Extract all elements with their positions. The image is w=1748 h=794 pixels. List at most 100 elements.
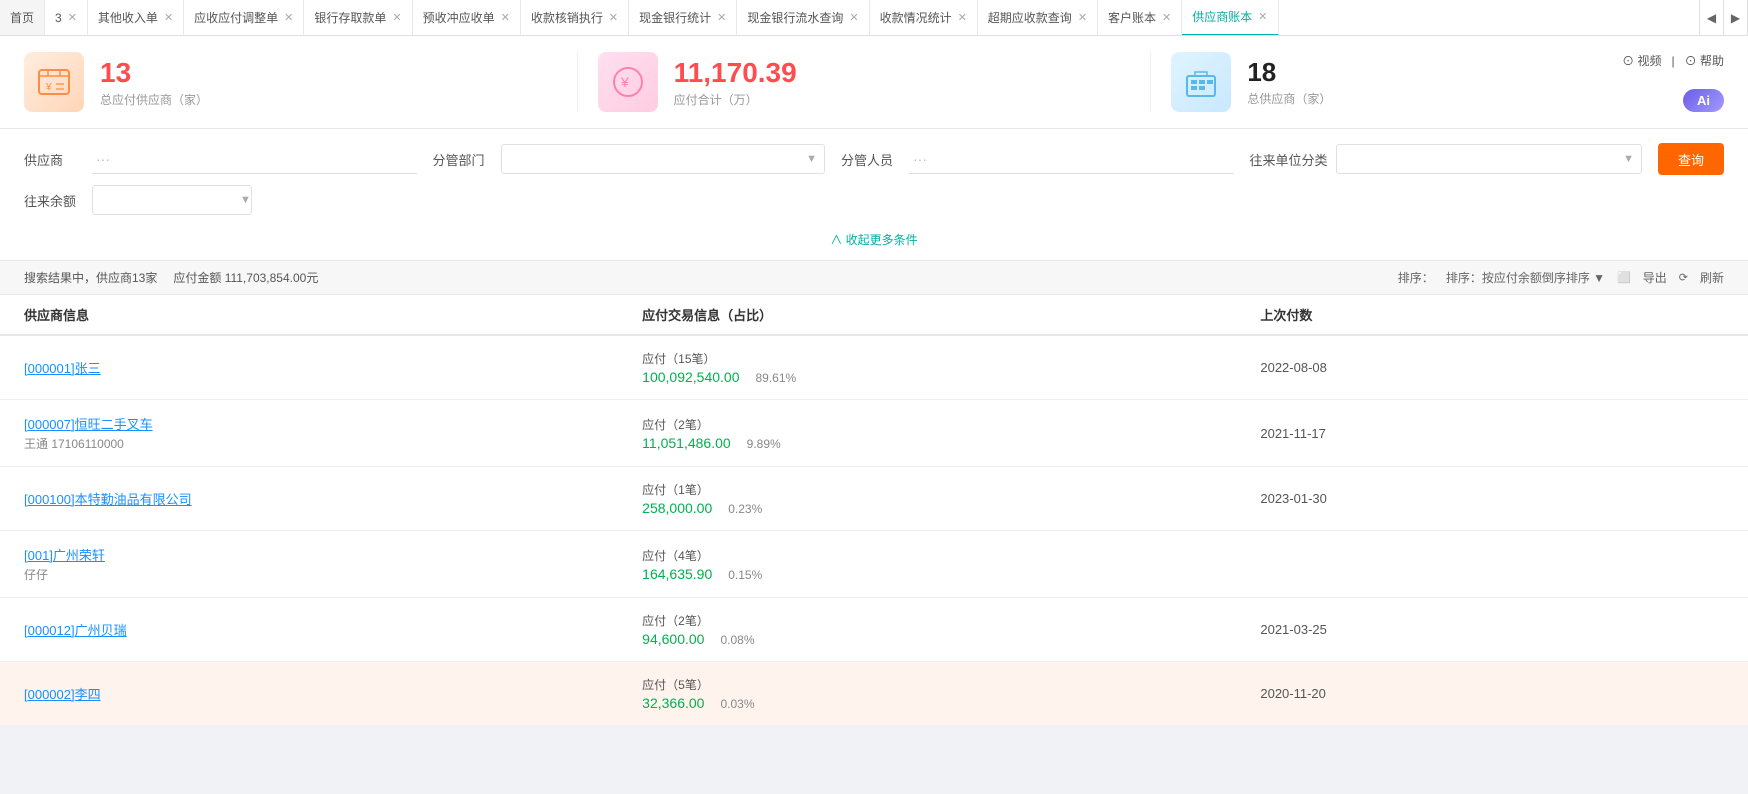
trans-label: 应付（2笔） (642, 612, 1260, 629)
dept-input[interactable] (501, 144, 826, 174)
supplier-link[interactable]: [000100]本特勤油品有限公司 (24, 492, 192, 507)
trans-amount[interactable]: 100,092,540.00 (642, 369, 739, 385)
nav-tab-other-income[interactable]: 其他收入单 ✕ (88, 0, 184, 36)
nav-next-arrow[interactable]: ▶ (1724, 0, 1748, 36)
nav-tab-overdue[interactable]: 超期应收款查询 ✕ (978, 0, 1098, 36)
nav-tab-advance-receipt[interactable]: 预收冲应收单 ✕ (413, 0, 521, 36)
refresh-icon: ⟳ (1679, 271, 1688, 284)
nav-prev-arrow[interactable]: ◀ (1700, 0, 1724, 36)
table-row: [000100]本特勤油品有限公司 应付（1笔） 258,000.00 0.23… (0, 467, 1748, 531)
trans-amount[interactable]: 32,366.00 (642, 695, 704, 711)
close-icon[interactable]: ✕ (849, 11, 858, 24)
close-icon[interactable]: ✕ (958, 11, 967, 24)
nav-tab-label: 超期应收款查询 (988, 9, 1072, 26)
trans-percent: 0.03% (720, 697, 754, 711)
stat-info-suppliers: 13 总应付供应商（家） (100, 56, 208, 109)
collapse-button[interactable]: ∧ 收起更多条件 (24, 225, 1724, 252)
filter-category: 往来单位分类 ▼ (1250, 144, 1643, 174)
nav-tab-payment-stats[interactable]: 收款情况统计 ✕ (870, 0, 978, 36)
video-link[interactable]: ⊙ 视频 (1622, 52, 1661, 69)
table-row: [000002]李四 应付（5笔） 32,366.00 0.03% 2020-1… (0, 662, 1748, 726)
trans-row: 258,000.00 0.23% (642, 500, 1260, 516)
person-label: 分管人员 (841, 150, 901, 169)
nav-tab-cash-stats[interactable]: 现金银行统计 ✕ (629, 0, 737, 36)
supplier-input[interactable]: ··· (92, 144, 417, 174)
close-icon[interactable]: ✕ (164, 11, 173, 24)
refresh-button[interactable]: 刷新 (1700, 269, 1724, 286)
close-icon[interactable]: ✕ (717, 11, 726, 24)
trans-amount[interactable]: 258,000.00 (642, 500, 712, 516)
query-button[interactable]: 查询 (1658, 143, 1724, 175)
filter-person: 分管人员 ··· (841, 144, 1234, 174)
close-icon[interactable]: ✕ (68, 11, 77, 24)
svg-text:¥: ¥ (620, 74, 629, 90)
trans-amount[interactable]: 11,051,486.00 (642, 435, 731, 451)
supplier-link[interactable]: [000012]广州贝瑞 (24, 623, 127, 638)
supplier-sub: 仔仔 (24, 566, 642, 583)
close-icon[interactable]: ✕ (284, 11, 293, 24)
stat-value-payable: 13 (100, 56, 208, 90)
last-pay-cell: 2021-11-17 (1260, 426, 1724, 441)
supplier-link[interactable]: [001]广州荣轩 (24, 548, 105, 563)
trans-amount[interactable]: 94,600.00 (642, 631, 704, 647)
nav-arrows: ◀ ▶ (1699, 0, 1748, 35)
nav-tab-label: 收款核销执行 (531, 9, 603, 26)
stat-value-total: 11,170.39 (674, 56, 797, 90)
trans-percent: 89.61% (756, 371, 797, 385)
close-icon[interactable]: ✕ (1162, 11, 1171, 24)
nav-tab-label: 客户账本 (1108, 9, 1156, 26)
nav-tab-payment-verify[interactable]: 收款核销执行 ✕ (521, 0, 629, 36)
top-navigation: 首页 3 ✕ 其他收入单 ✕ 应收应付调整单 ✕ 银行存取款单 ✕ 预收冲应收单… (0, 0, 1748, 36)
close-icon[interactable]: ✕ (1078, 11, 1087, 24)
trans-percent: 0.08% (720, 633, 754, 647)
stat-label-total: 应付合计（万） (674, 91, 797, 108)
dept-select-wrapper: ▼ (501, 144, 826, 174)
nav-tab-adjustments[interactable]: 应收应付调整单 ✕ (184, 0, 304, 36)
ai-button[interactable]: Ai (1683, 89, 1724, 112)
table-row: [000012]广州贝瑞 应付（2笔） 94,600.00 0.08% 2021… (0, 598, 1748, 662)
trans-percent: 0.23% (728, 502, 762, 516)
trans-info-cell: 应付（15笔） 100,092,540.00 89.61% (642, 350, 1260, 385)
filter-row-1: 供应商 ··· 分管部门 ▼ 分管人员 ··· 往来单位分类 ▼ 查询 (24, 143, 1724, 175)
nav-tab-cash-flow[interactable]: 现金银行流水查询 ✕ (737, 0, 869, 36)
filter-row-2: 往来余额 ▼ (24, 185, 1724, 215)
close-icon[interactable]: ✕ (1258, 10, 1267, 23)
collapse-label: ∧ 收起更多条件 (830, 233, 917, 247)
nav-tab-customer-ledger[interactable]: 客户账本 ✕ (1098, 0, 1182, 36)
supplier-link[interactable]: [000007]恒旺二手叉车 (24, 417, 153, 432)
nav-tab-supplier-ledger[interactable]: 供应商账本 ✕ (1182, 0, 1278, 36)
trans-row: 11,051,486.00 9.89% (642, 435, 1260, 451)
trans-info-cell: 应付（2笔） 94,600.00 0.08% (642, 612, 1260, 647)
category-input[interactable] (1336, 144, 1642, 174)
filter-balance: 往来余额 ▼ (24, 185, 1724, 215)
stat-icon-suppliers: ¥ (24, 52, 84, 112)
supplier-info-cell: [000001]张三 (24, 358, 642, 377)
close-icon[interactable]: ✕ (392, 11, 401, 24)
trans-label: 应付（5笔） (642, 676, 1260, 693)
nav-tab-label: 收款情况统计 (880, 9, 952, 26)
supplier-link[interactable]: [000002]李四 (24, 687, 101, 702)
person-input[interactable]: ··· (909, 144, 1234, 174)
sort-select[interactable]: 排序：按应付余额倒序排序 ▼ (1446, 269, 1605, 286)
last-pay-cell: 2023-01-30 (1260, 491, 1724, 506)
supplier-link[interactable]: [000001]张三 (24, 361, 101, 376)
close-icon[interactable]: ✕ (501, 11, 510, 24)
col-header-trans: 应付交易信息（占比） (642, 305, 1260, 324)
table-row: [001]广州荣轩 仔仔 应付（4笔） 164,635.90 0.15% (0, 531, 1748, 598)
help-link[interactable]: ⊙ 帮助 (1685, 52, 1724, 69)
balance-input[interactable] (92, 185, 252, 215)
nav-tab-3[interactable]: 3 ✕ (45, 0, 88, 36)
last-pay-cell: 2020-11-20 (1260, 686, 1724, 701)
trans-label: 应付（1笔） (642, 481, 1260, 498)
stat-info-count: 18 总供应商（家） (1247, 57, 1331, 107)
export-button[interactable]: 导出 (1643, 269, 1667, 286)
trans-percent: 9.89% (747, 437, 781, 451)
nav-tab-bank-deposits[interactable]: 银行存取款单 ✕ (304, 0, 412, 36)
trans-amount[interactable]: 164,635.90 (642, 566, 712, 582)
nav-tab-home[interactable]: 首页 (0, 0, 45, 36)
close-icon[interactable]: ✕ (609, 11, 618, 24)
table-header: 供应商信息 应付交易信息（占比） 上次付数 (0, 295, 1748, 336)
filter-dept: 分管部门 ▼ (433, 144, 826, 174)
result-bar: 搜索结果中，供应商13家 应付金额 111,703,854.00元 排序： 排序… (0, 261, 1748, 295)
svg-text:¥: ¥ (45, 82, 52, 93)
